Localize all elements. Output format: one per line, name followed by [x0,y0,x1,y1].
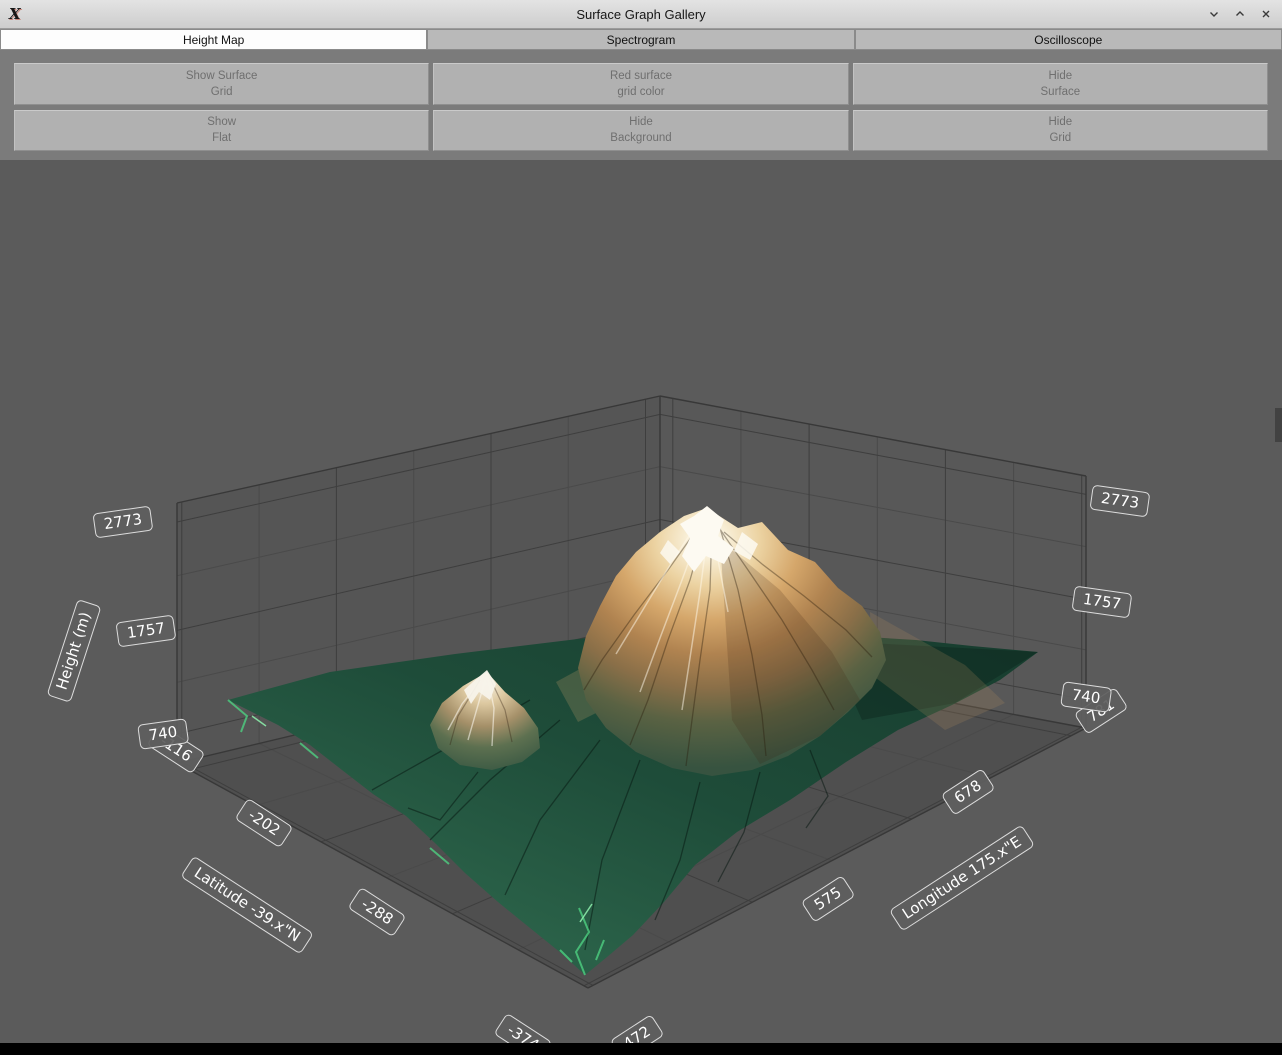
titlebar[interactable]: X Surface Graph Gallery [0,0,1282,29]
button-label: Grid [211,84,233,100]
right-edge-notch [1275,408,1282,442]
close-window-button[interactable] [1257,6,1274,23]
button-label: Background [610,130,671,146]
surface-grid-color-button[interactable]: Red surface grid color [433,63,848,105]
button-label: Grid [1049,130,1071,146]
tab-bar: Height Map Spectrogram Oscilloscope [0,29,1282,50]
hide-background-button[interactable]: Hide Background [433,110,848,152]
button-label: Hide [1049,68,1073,84]
window-controls [1205,0,1274,28]
tab-oscilloscope[interactable]: Oscilloscope [855,29,1282,50]
maximize-window-button[interactable] [1231,6,1248,23]
shade-window-button[interactable] [1205,6,1222,23]
hide-grid-button[interactable]: Hide Grid [853,110,1268,152]
button-label: Red surface [610,68,672,84]
surface-3d-viewport[interactable]: Height (m)27731757-11674027731757781740-… [0,160,1282,1055]
bottom-black-bar [0,1043,1282,1055]
button-label: Hide [629,114,653,130]
window-title: Surface Graph Gallery [0,7,1282,22]
app-window: X Surface Graph Gallery Height Map Spect… [0,0,1282,1055]
tab-spectrogram[interactable]: Spectrogram [427,29,854,50]
chevron-down-icon [1208,8,1220,20]
close-icon [1260,8,1272,20]
button-label: grid color [617,84,664,100]
surface-plot [0,160,1282,1055]
button-label: Show Surface [186,68,258,84]
show-surface-grid-button[interactable]: Show Surface Grid [14,63,429,105]
hide-surface-button[interactable]: Hide Surface [853,63,1268,105]
button-label: Hide [1049,114,1073,130]
button-label: Surface [1041,84,1081,100]
x11-app-icon: X [9,5,21,23]
tab-height-map[interactable]: Height Map [0,29,427,50]
show-flat-button[interactable]: Show Flat [14,110,429,152]
button-label: Show [207,114,236,130]
chevron-up-icon [1234,8,1246,20]
toolbar: Show Surface Grid Red surface grid color… [0,50,1282,160]
button-label: Flat [212,130,231,146]
